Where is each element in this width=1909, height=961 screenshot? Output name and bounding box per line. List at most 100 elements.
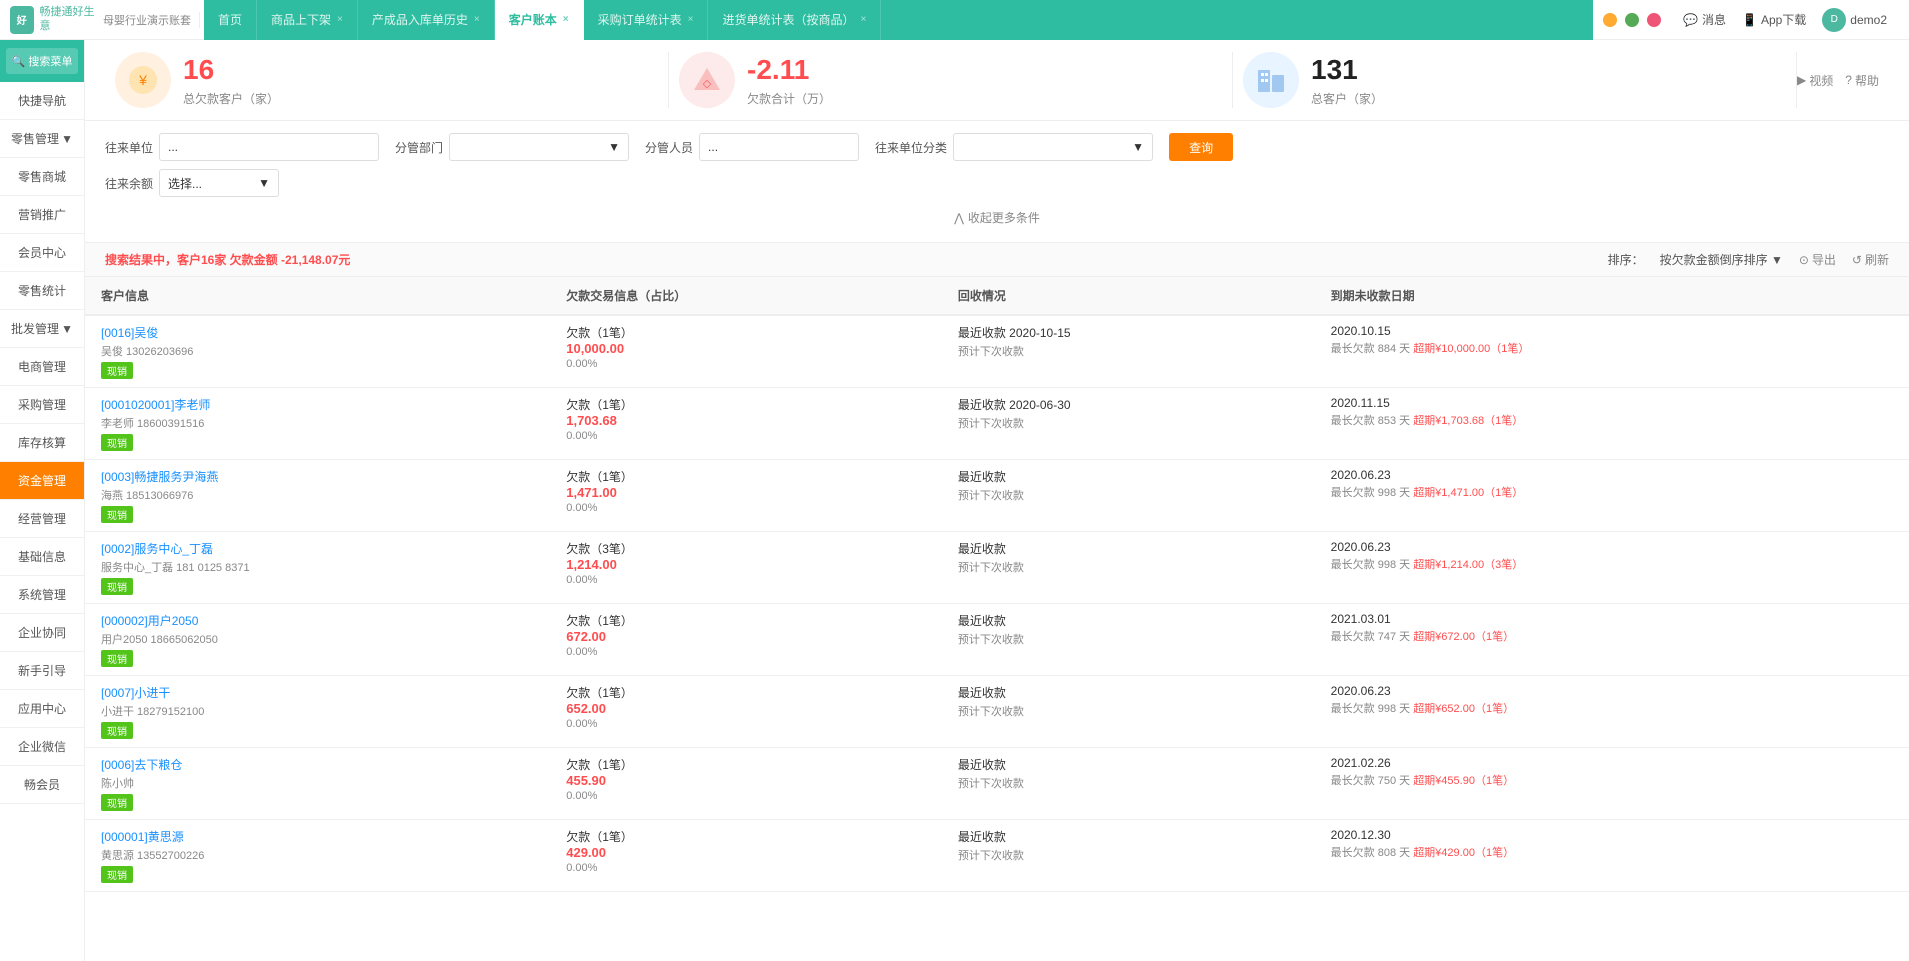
result-info: 搜索结果中，客户16家 欠款金额 -21,148.07元 bbox=[105, 251, 350, 268]
overdue-link[interactable]: 超期¥652.00（1笔） bbox=[1413, 703, 1514, 715]
overdue-link[interactable]: 超期¥1,214.00（3笔） bbox=[1413, 559, 1523, 571]
total-debt-label: 欠款合计（万） bbox=[747, 90, 831, 107]
overdue-link[interactable]: 超期¥429.00（1笔） bbox=[1413, 847, 1514, 859]
sidebar-item-app-center[interactable]: 应用中心 bbox=[0, 690, 84, 728]
balance-select[interactable]: 选择... ▼ bbox=[159, 169, 279, 197]
sidebar-item-quick-nav[interactable]: 快捷导航 bbox=[0, 82, 84, 120]
logo-area: 好 畅捷通好生意 bbox=[10, 6, 95, 34]
close-icon[interactable]: × bbox=[474, 14, 480, 25]
close-icon[interactable]: × bbox=[563, 14, 569, 25]
debt-amount[interactable]: 1,703.68 bbox=[566, 413, 926, 428]
cell-collection: 最近收款 预计下次收款 bbox=[942, 820, 1315, 892]
sort-select[interactable]: 按欠款金额倒序排序 ▼ bbox=[1660, 251, 1783, 268]
close-icon[interactable]: × bbox=[688, 14, 694, 25]
tab-customer-account[interactable]: 客户账本 × bbox=[495, 0, 584, 40]
sidebar-item-enterprise-collab[interactable]: 企业协同 bbox=[0, 614, 84, 652]
latest-collection: 最近收款 bbox=[958, 468, 1299, 485]
sidebar-nav: 快捷导航 零售管理 ▼ 零售商城 营销推广 会员中心 零售统计 批发管理 ▼ 电… bbox=[0, 82, 84, 804]
table-row: [0007]小进干 小进干 18279152100 现销 欠款（1笔） 652.… bbox=[85, 676, 1909, 748]
sidebar-item-retail-stats[interactable]: 零售统计 bbox=[0, 272, 84, 310]
table-row: [000001]黄思源 黄思源 13552700226 现销 欠款（1笔） 42… bbox=[85, 820, 1909, 892]
cell-customer-info: [000001]黄思源 黄思源 13552700226 现销 bbox=[85, 820, 550, 892]
cell-customer-info: [0016]吴俊 吴俊 13026203696 现销 bbox=[85, 315, 550, 388]
table-row: [0016]吴俊 吴俊 13026203696 现销 欠款（1笔） 10,000… bbox=[85, 315, 1909, 388]
refresh-btn[interactable]: ↺ 刷新 bbox=[1852, 251, 1889, 268]
debt-amount[interactable]: 429.00 bbox=[566, 845, 926, 860]
customer-name-link[interactable]: [0007]小进干 bbox=[101, 684, 534, 701]
help-btn[interactable]: ? 帮助 bbox=[1845, 72, 1879, 89]
unit-category-label: 往来单位分类 bbox=[875, 139, 947, 156]
close-icon[interactable]: × bbox=[337, 14, 343, 25]
customer-name-link[interactable]: [0006]去下粮仓 bbox=[101, 756, 534, 773]
table-row: [0001020001]李老师 李老师 18600391516 现销 欠款（1笔… bbox=[85, 388, 1909, 460]
debt-amount[interactable]: 1,471.00 bbox=[566, 485, 926, 500]
user-avatar[interactable]: D demo2 bbox=[1822, 8, 1887, 32]
sidebar-item-vip-member[interactable]: 畅会员 bbox=[0, 766, 84, 804]
close-icon[interactable]: × bbox=[860, 14, 866, 25]
search-menu-button[interactable]: 🔍 搜索菜单 bbox=[6, 48, 78, 74]
overdue-link[interactable]: 超期¥1,703.68（1笔） bbox=[1413, 415, 1523, 427]
sidebar-item-marketing[interactable]: 营销推广 bbox=[0, 196, 84, 234]
customer-name-link[interactable]: [0001020001]李老师 bbox=[101, 396, 534, 413]
debt-amount[interactable]: 672.00 bbox=[566, 629, 926, 644]
export-icon: ⊙ bbox=[1799, 253, 1809, 267]
overdue-link[interactable]: 超期¥10,000.00（1笔） bbox=[1413, 343, 1529, 355]
overdue-link[interactable]: 超期¥455.90（1笔） bbox=[1413, 775, 1514, 787]
debt-amount[interactable]: 652.00 bbox=[566, 701, 926, 716]
tab-purchase-order[interactable]: 采购订单统计表 × bbox=[584, 0, 709, 40]
debt-label: 欠款（1笔） bbox=[566, 756, 926, 773]
balance-label: 往来余额 bbox=[105, 175, 153, 192]
customer-name-link[interactable]: [0002]服务中心_丁磊 bbox=[101, 540, 534, 557]
unit-category-select[interactable]: ▼ bbox=[953, 133, 1153, 161]
sidebar-item-retail-mgmt[interactable]: 零售管理 ▼ bbox=[0, 120, 84, 158]
sidebar-item-new-guide[interactable]: 新手引导 bbox=[0, 652, 84, 690]
maximize-button[interactable]: □ bbox=[1625, 13, 1639, 27]
export-btn[interactable]: ⊙ 导出 bbox=[1799, 251, 1836, 268]
sidebar-item-operations[interactable]: 经营管理 bbox=[0, 500, 84, 538]
sidebar-item-batch-mgmt[interactable]: 批发管理 ▼ bbox=[0, 310, 84, 348]
manager-input[interactable]: ... bbox=[699, 133, 859, 161]
next-collection: 预计下次收款 bbox=[958, 631, 1299, 647]
customer-name-link[interactable]: [0003]畅捷服务尹海燕 bbox=[101, 468, 534, 485]
customer-name-link[interactable]: [0016]吴俊 bbox=[101, 324, 534, 341]
search-button[interactable]: 查询 bbox=[1169, 133, 1233, 161]
cell-customer-info: [000002]用户2050 用户2050 18665062050 现销 bbox=[85, 604, 550, 676]
tab-products-off[interactable]: 商品上下架 × bbox=[257, 0, 358, 40]
debt-amount[interactable]: 10,000.00 bbox=[566, 341, 926, 356]
table-header-row: 客户信息 欠款交易信息（占比） 回收情况 到期未收款日期 bbox=[85, 277, 1909, 315]
from-unit-input[interactable]: ... bbox=[159, 133, 379, 161]
minimize-button[interactable]: _ bbox=[1603, 13, 1617, 27]
app-download-btn[interactable]: 📱 App下载 bbox=[1742, 11, 1806, 28]
close-button[interactable]: × bbox=[1647, 13, 1661, 27]
svg-text:¥: ¥ bbox=[138, 72, 147, 88]
sidebar-item-system[interactable]: 系统管理 bbox=[0, 576, 84, 614]
customer-tag: 现销 bbox=[101, 722, 133, 739]
sidebar-item-retail-mall[interactable]: 零售商城 bbox=[0, 158, 84, 196]
debt-label: 欠款（1笔） bbox=[566, 684, 926, 701]
debt-amount[interactable]: 1,214.00 bbox=[566, 557, 926, 572]
sidebar-item-member-center[interactable]: 会员中心 bbox=[0, 234, 84, 272]
tab-production-history[interactable]: 产成品入库单历史 × bbox=[358, 0, 495, 40]
message-btn[interactable]: 💬 消息 bbox=[1683, 11, 1726, 28]
customer-phone: 小进干 18279152100 bbox=[101, 703, 534, 719]
sidebar-item-ecommerce[interactable]: 电商管理 bbox=[0, 348, 84, 386]
customer-name-link[interactable]: [000002]用户2050 bbox=[101, 612, 534, 629]
sidebar-item-capital[interactable]: 资金管理 bbox=[0, 462, 84, 500]
overdue-link[interactable]: 超期¥1,471.00（1笔） bbox=[1413, 487, 1523, 499]
cell-debt-info: 欠款（3笔） 1,214.00 0.00% bbox=[550, 532, 942, 604]
sidebar-item-basic-info[interactable]: 基础信息 bbox=[0, 538, 84, 576]
view-video-btn[interactable]: ▶ 视频 bbox=[1797, 72, 1833, 89]
debt-amount[interactable]: 455.90 bbox=[566, 773, 926, 788]
dept-select[interactable]: ▼ bbox=[449, 133, 629, 161]
sidebar-item-inventory[interactable]: 库存核算 bbox=[0, 424, 84, 462]
page-area: ¥ 16 总欠款客户（家） ◇ -2.11 欠款合计（万） bbox=[85, 40, 1909, 961]
sidebar-item-enterprise-wechat[interactable]: 企业微信 bbox=[0, 728, 84, 766]
customer-name-link[interactable]: [000001]黄思源 bbox=[101, 828, 534, 845]
tab-inbound-stats[interactable]: 进货单统计表（按商品） × bbox=[708, 0, 881, 40]
overdue-link[interactable]: 超期¥672.00（1笔） bbox=[1413, 631, 1514, 643]
sidebar-item-purchase[interactable]: 采购管理 bbox=[0, 386, 84, 424]
cell-debt-info: 欠款（1笔） 1,471.00 0.00% bbox=[550, 460, 942, 532]
debt-customers-icon: ¥ bbox=[115, 52, 171, 108]
tab-home[interactable]: 首页 bbox=[204, 0, 257, 40]
collapse-bar[interactable]: ⋀ 收起更多条件 bbox=[105, 205, 1889, 230]
